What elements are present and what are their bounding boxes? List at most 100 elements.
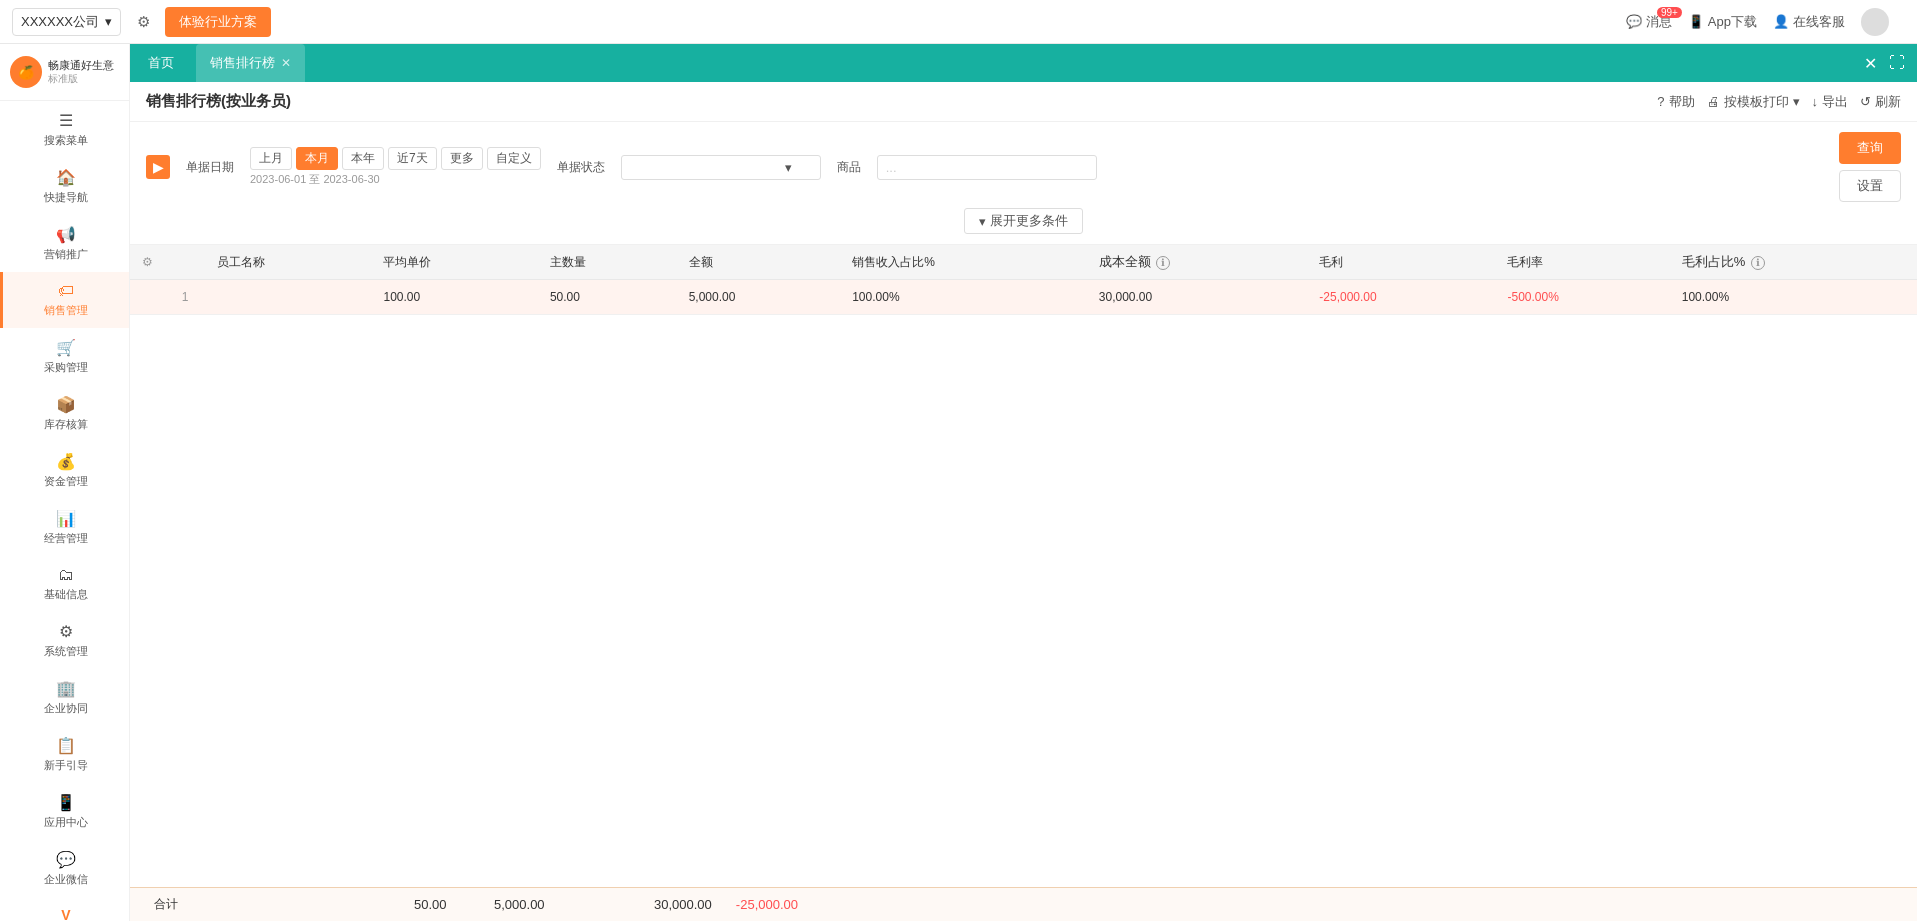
last7days-btn[interactable]: 近7天	[388, 147, 437, 170]
tab-bar: 首页 销售排行榜 ✕ ✕ ⛶	[130, 44, 1917, 82]
online-service-label: 在线客服	[1793, 13, 1845, 31]
page-title: 销售排行榜(按业务员)	[146, 92, 291, 111]
row-amount: 5,000.00	[677, 280, 841, 315]
sidebar-label-wechat: 企业微信	[44, 872, 88, 887]
sidebar-label-search-order: 搜索菜单	[44, 133, 88, 148]
sidebar-label-system: 系统管理	[44, 644, 88, 659]
service-icon: 👤	[1773, 14, 1789, 29]
avatar[interactable]	[1861, 8, 1889, 36]
sidebar-label-sales: 销售管理	[44, 303, 88, 318]
sidebar-label-operations: 经营管理	[44, 531, 88, 546]
expand-more-button[interactable]: ▾ 展开更多条件	[964, 208, 1083, 234]
query-button[interactable]: 查询	[1839, 132, 1901, 164]
status-filter-label: 单据状态	[557, 159, 605, 176]
goods-input[interactable]: ...	[877, 155, 1097, 180]
top-bar: XXXXXX公司 ▾ ⚙ 体验行业方案 💬 消息 99+ 📱 App下载 👤 在…	[0, 0, 1917, 44]
col-settings[interactable]: ⚙	[130, 245, 165, 280]
guide-icon: 📋	[56, 736, 76, 755]
custom-btn[interactable]: 自定义	[487, 147, 541, 170]
status-chevron-icon: ▾	[785, 160, 792, 175]
export-label: 导出	[1822, 93, 1848, 111]
date-range-text: 2023-06-01 至 2023-06-30	[250, 172, 541, 187]
message-button[interactable]: 💬 消息 99+	[1626, 13, 1672, 31]
sidebar-item-search-order[interactable]: ☰ 搜索菜单	[0, 101, 129, 158]
sidebar-label-inventory: 库存核算	[44, 417, 88, 432]
help-button[interactable]: ? 帮助	[1657, 93, 1694, 111]
row-profit-pct: 100.00%	[1670, 280, 1917, 315]
settings-button[interactable]: 设置	[1839, 170, 1901, 202]
footer-amount: 5,000.00	[482, 897, 562, 912]
date-filter-label: 单据日期	[186, 159, 234, 176]
filter-area: ▶ 单据日期 上月 本月 本年 近7天 更多 自定义 2023-06-01 至 …	[130, 122, 1917, 245]
table-header: ⚙ 员工名称 平均单价 主数量 全额 销售收入占比% 成本全额 ℹ 毛利	[130, 245, 1917, 280]
sidebar-item-wechat[interactable]: 💬 企业微信	[0, 840, 129, 897]
export-button[interactable]: ↓ 导出	[1812, 93, 1849, 111]
print-chevron-icon: ▾	[1793, 94, 1800, 109]
more-btn[interactable]: 更多	[441, 147, 483, 170]
sidebar-item-guide[interactable]: 📋 新手引导	[0, 726, 129, 783]
enterprise-icon: 🏢	[56, 679, 76, 698]
refresh-button[interactable]: ↺ 刷新	[1860, 93, 1901, 111]
main-layout: 🍊 畅康通好生意 标准版 ☰ 搜索菜单 🏠 快捷导航 📢 营销推广 🏷 销售管理…	[0, 44, 1917, 921]
sidebar-item-enterprise[interactable]: 🏢 企业协同	[0, 669, 129, 726]
goods-filter-label: 商品	[837, 159, 861, 176]
sidebar-item-sales[interactable]: 🏷 销售管理	[0, 272, 129, 328]
this-month-btn[interactable]: 本月	[296, 147, 338, 170]
print-button[interactable]: 🖨 按模板打印 ▾	[1707, 93, 1800, 111]
print-icon: 🖨	[1707, 94, 1720, 109]
operations-icon: 📊	[56, 509, 76, 528]
apps-icon: 📱	[56, 793, 76, 812]
company-selector[interactable]: XXXXXX公司 ▾	[12, 8, 121, 36]
profit-pct-info-icon[interactable]: ℹ	[1751, 256, 1765, 270]
sidebar-item-marketing[interactable]: 📢 营销推广	[0, 215, 129, 272]
table-row: 1 100.00 50.00 5,000.00 100.00% 30,000.0…	[130, 280, 1917, 315]
sidebar-label-enterprise: 企业协同	[44, 701, 88, 716]
company-settings-icon[interactable]: ⚙	[129, 8, 157, 36]
sidebar-item-vip[interactable]: V 畅会员	[0, 897, 129, 921]
status-select[interactable]: ▾	[621, 155, 821, 180]
page-header-actions: ? 帮助 🖨 按模板打印 ▾ ↓ 导出 ↺ 刷新	[1657, 93, 1901, 111]
online-service-button[interactable]: 👤 在线客服	[1773, 13, 1845, 31]
help-icon: ?	[1657, 94, 1664, 109]
export-icon: ↓	[1812, 94, 1819, 109]
sidebar-item-basic[interactable]: 🗂 基础信息	[0, 556, 129, 612]
prev-month-btn[interactable]: 上月	[250, 147, 292, 170]
basic-icon: 🗂	[58, 566, 74, 584]
tab-home[interactable]: 首页	[130, 44, 192, 82]
date-filter-group: 上月 本月 本年 近7天 更多 自定义 2023-06-01 至 2023-06…	[250, 147, 541, 187]
row-rank: 1	[165, 280, 205, 315]
tab-close-window-icon[interactable]: ✕	[1860, 50, 1881, 77]
sidebar-label-purchase: 采购管理	[44, 360, 88, 375]
sidebar-item-quick-nav[interactable]: 🏠 快捷导航	[0, 158, 129, 215]
marketing-icon: 📢	[56, 225, 76, 244]
message-badge: 99+	[1657, 7, 1682, 18]
table-body: 1 100.00 50.00 5,000.00 100.00% 30,000.0…	[130, 280, 1917, 315]
sidebar-item-purchase[interactable]: 🛒 采购管理	[0, 328, 129, 385]
system-icon: ⚙	[59, 622, 73, 641]
col-profit-rate: 毛利率	[1495, 245, 1669, 280]
vip-icon: V	[61, 907, 70, 921]
top-bar-right: 💬 消息 99+ 📱 App下载 👤 在线客服	[1626, 8, 1905, 36]
col-name: 员工名称	[205, 245, 371, 280]
trial-button[interactable]: 体验行业方案	[165, 7, 271, 37]
refresh-icon: ↺	[1860, 94, 1871, 109]
app-download-button[interactable]: 📱 App下载	[1688, 13, 1757, 31]
filter-toggle-arrow[interactable]: ▶	[146, 155, 170, 179]
tab-close-icon[interactable]: ✕	[281, 56, 291, 70]
filter-buttons: 查询 设置	[1839, 132, 1901, 202]
refresh-label: 刷新	[1875, 93, 1901, 111]
sidebar-item-inventory[interactable]: 📦 库存核算	[0, 385, 129, 442]
logo-emoji: 🍊	[18, 65, 34, 80]
cost-info-icon[interactable]: ℹ	[1156, 256, 1170, 270]
sidebar-item-system[interactable]: ⚙ 系统管理	[0, 612, 129, 669]
row-cost: 30,000.00	[1087, 280, 1307, 315]
tab-sales-ranking[interactable]: 销售排行榜 ✕	[196, 44, 305, 82]
sidebar-item-apps[interactable]: 📱 应用中心	[0, 783, 129, 840]
sidebar-item-operations[interactable]: 📊 经营管理	[0, 499, 129, 556]
footer-qty: 50.00	[402, 897, 482, 912]
print-label: 按模板打印	[1724, 93, 1789, 111]
tab-restore-icon[interactable]: ⛶	[1885, 50, 1909, 76]
this-year-btn[interactable]: 本年	[342, 147, 384, 170]
sidebar-item-finance[interactable]: 💰 资金管理	[0, 442, 129, 499]
filter-row-1: ▶ 单据日期 上月 本月 本年 近7天 更多 自定义 2023-06-01 至 …	[146, 132, 1901, 202]
